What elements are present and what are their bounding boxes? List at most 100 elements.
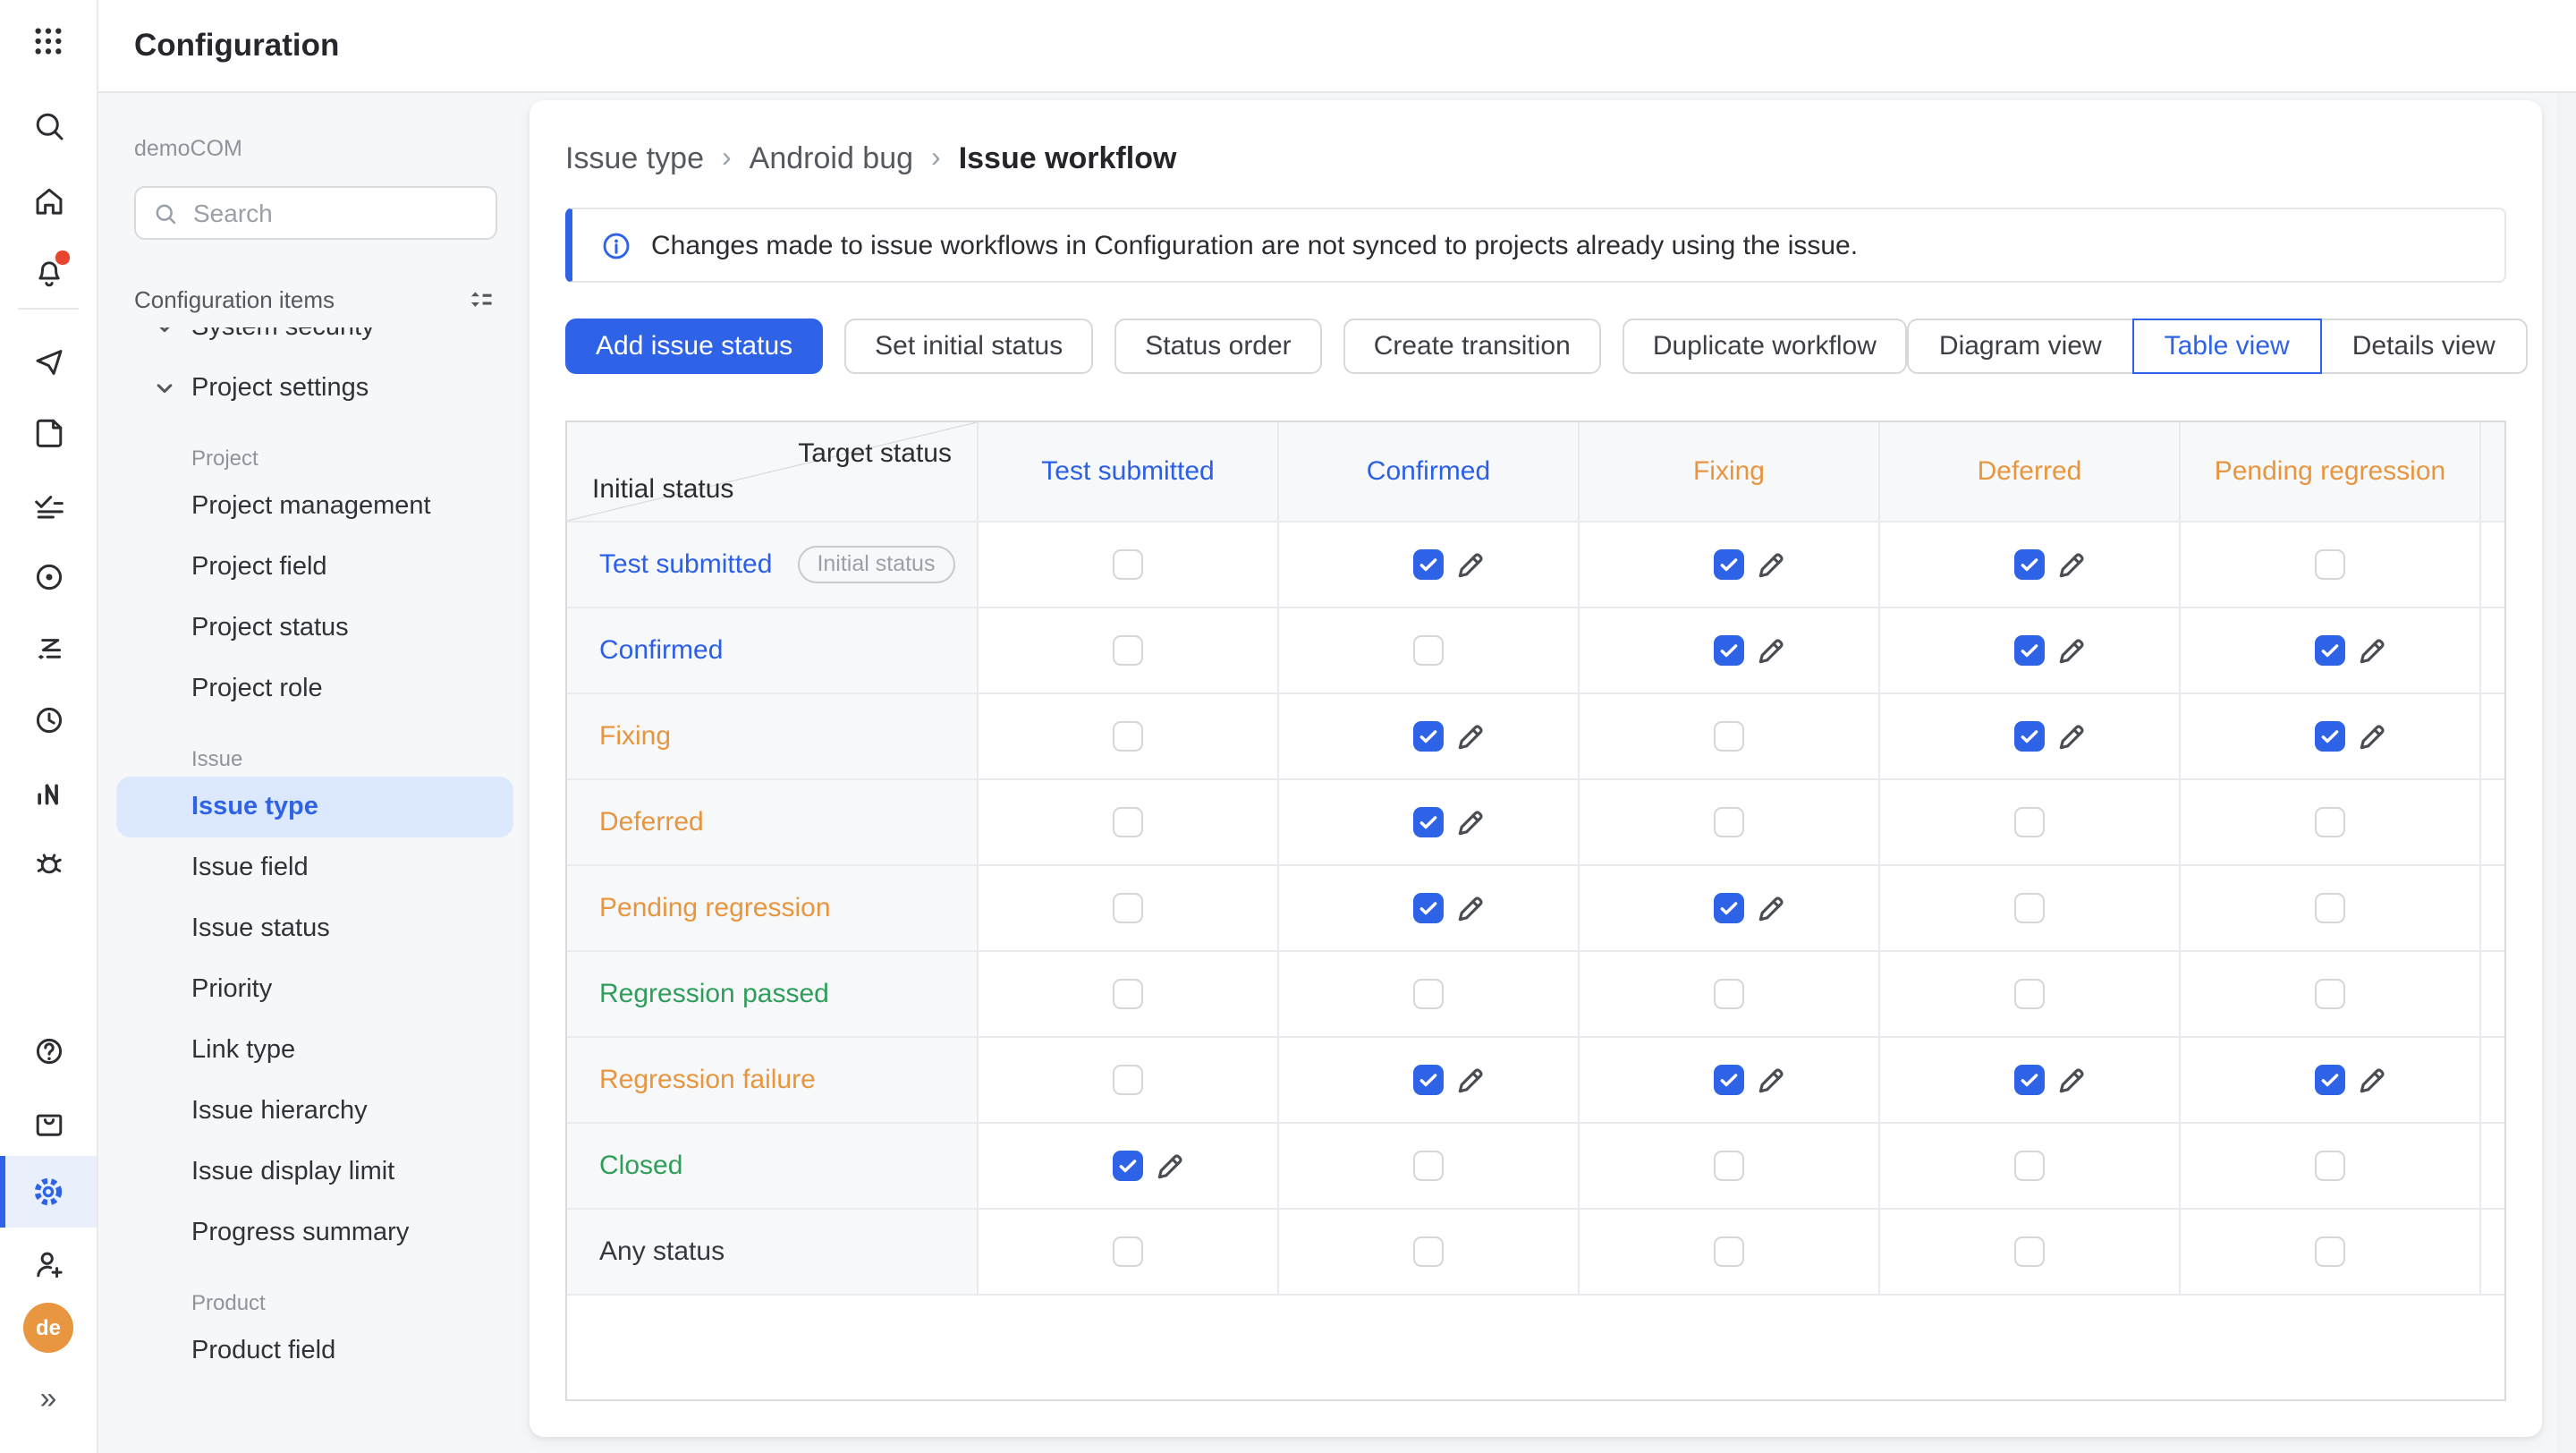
- transition-checkbox-checked[interactable]: [1714, 1065, 1744, 1095]
- transition-cell[interactable]: [1580, 1210, 1880, 1296]
- transition-checkbox[interactable]: [2014, 807, 2045, 837]
- transition-checkbox-checked[interactable]: [1413, 807, 1444, 837]
- transition-cell[interactable]: [2181, 952, 2481, 1038]
- transition-checkbox[interactable]: [1113, 549, 1143, 580]
- marketplace-bag-icon[interactable]: [0, 1084, 97, 1156]
- transition-checkbox[interactable]: [1113, 807, 1143, 837]
- transition-checkbox[interactable]: [2014, 1151, 2045, 1181]
- sidebar-item-project-role[interactable]: Project role: [116, 659, 513, 719]
- transition-cell[interactable]: [2181, 523, 2481, 608]
- pipeline-icon[interactable]: [0, 612, 97, 684]
- transition-cell[interactable]: [1279, 1038, 1580, 1124]
- transition-checkbox-checked[interactable]: [2014, 635, 2045, 666]
- transition-cell[interactable]: [1279, 523, 1580, 608]
- transition-checkbox-checked[interactable]: [2014, 549, 2045, 580]
- sidebar-item-project-management[interactable]: Project management: [116, 476, 513, 537]
- transition-checkbox-checked[interactable]: [1113, 1151, 1143, 1181]
- transition-cell[interactable]: [1279, 608, 1580, 694]
- tab-details-view[interactable]: Details view: [2319, 319, 2528, 374]
- wiki-send-icon[interactable]: [0, 326, 97, 397]
- transition-checkbox[interactable]: [2315, 1236, 2345, 1267]
- transition-cell[interactable]: [2181, 1210, 2481, 1296]
- hours-clock-icon[interactable]: [0, 684, 97, 755]
- transition-cell[interactable]: [1279, 780, 1580, 866]
- transition-cell[interactable]: [979, 780, 1279, 866]
- transition-checkbox[interactable]: [1714, 979, 1744, 1009]
- transition-cell[interactable]: [1580, 523, 1880, 608]
- export-file-icon[interactable]: [0, 395, 97, 467]
- transition-cell[interactable]: [1880, 866, 2181, 952]
- transition-checkbox[interactable]: [1413, 1236, 1444, 1267]
- transition-cell[interactable]: [1580, 608, 1880, 694]
- transition-cell[interactable]: [1580, 780, 1880, 866]
- sidebar-item-issue-field[interactable]: Issue field: [116, 837, 513, 898]
- tab-diagram-view[interactable]: Diagram view: [1906, 319, 2134, 374]
- transition-checkbox[interactable]: [2014, 979, 2045, 1009]
- transition-checkbox[interactable]: [2014, 893, 2045, 923]
- edit-transition-icon[interactable]: [2053, 1062, 2089, 1098]
- edit-transition-icon[interactable]: [2053, 633, 2089, 668]
- edit-transition-icon[interactable]: [1452, 890, 1487, 926]
- sidebar-item-project-field[interactable]: Project field: [116, 537, 513, 598]
- transition-cell[interactable]: [1580, 952, 1880, 1038]
- transition-cell[interactable]: [979, 608, 1279, 694]
- add-issue-status-button[interactable]: Add issue status: [565, 319, 824, 374]
- transition-checkbox[interactable]: [2315, 979, 2345, 1009]
- sidebar-parent-system-security[interactable]: System security: [98, 327, 519, 358]
- transition-checkbox-checked[interactable]: [2014, 1065, 2045, 1095]
- transition-checkbox[interactable]: [1413, 979, 1444, 1009]
- transition-cell[interactable]: [979, 523, 1279, 608]
- transition-checkbox[interactable]: [1113, 721, 1143, 752]
- duplicate-workflow-button[interactable]: Duplicate workflow: [1622, 319, 1907, 374]
- transition-checkbox-checked[interactable]: [2315, 1065, 2345, 1095]
- status-order-button[interactable]: Status order: [1114, 319, 1322, 374]
- transition-checkbox-checked[interactable]: [1714, 549, 1744, 580]
- home-icon[interactable]: [0, 165, 97, 236]
- sidebar-item-product-field[interactable]: Product field: [116, 1321, 513, 1381]
- tab-table-view[interactable]: Table view: [2131, 319, 2322, 374]
- help-icon[interactable]: [0, 1015, 97, 1086]
- transition-cell[interactable]: [979, 694, 1279, 780]
- transition-cell[interactable]: [1880, 694, 2181, 780]
- edit-transition-icon[interactable]: [2353, 633, 2389, 668]
- transition-checkbox[interactable]: [1113, 1065, 1143, 1095]
- transition-checkbox[interactable]: [1714, 1151, 1744, 1181]
- invite-member-icon[interactable]: [0, 1228, 97, 1299]
- edit-transition-icon[interactable]: [1752, 1062, 1788, 1098]
- transition-checkbox[interactable]: [1714, 721, 1744, 752]
- sidebar-search[interactable]: [134, 186, 497, 240]
- collapse-tree-icon[interactable]: [467, 286, 494, 313]
- transition-checkbox-checked[interactable]: [1714, 893, 1744, 923]
- collapse-rail-icon[interactable]: »: [0, 1372, 97, 1426]
- edit-transition-icon[interactable]: [2353, 1062, 2389, 1098]
- transition-checkbox[interactable]: [1113, 893, 1143, 923]
- transition-cell[interactable]: [2181, 1038, 2481, 1124]
- breadcrumb-issue-type[interactable]: Issue type: [565, 141, 704, 177]
- transition-cell[interactable]: [1880, 780, 2181, 866]
- transition-cell[interactable]: [2181, 866, 2481, 952]
- avatar[interactable]: de: [23, 1303, 73, 1353]
- edit-transition-icon[interactable]: [1452, 804, 1487, 840]
- transition-cell[interactable]: [1279, 952, 1580, 1038]
- edit-transition-icon[interactable]: [1452, 718, 1487, 754]
- transition-cell[interactable]: [1580, 694, 1880, 780]
- edit-transition-icon[interactable]: [1151, 1148, 1187, 1184]
- transition-checkbox-checked[interactable]: [1413, 549, 1444, 580]
- sidebar-parent-project-settings[interactable]: Project settings: [98, 358, 519, 419]
- sidebar-item-priority[interactable]: Priority: [116, 959, 513, 1020]
- settings-gear-icon[interactable]: [0, 1156, 97, 1228]
- sidebar-item-project-status[interactable]: Project status: [116, 598, 513, 659]
- transition-checkbox[interactable]: [1113, 635, 1143, 666]
- transition-cell[interactable]: [979, 1124, 1279, 1210]
- edit-transition-icon[interactable]: [1752, 890, 1788, 926]
- transition-cell[interactable]: [979, 952, 1279, 1038]
- transition-cell[interactable]: [1279, 1124, 1580, 1210]
- edit-transition-icon[interactable]: [1452, 1062, 1487, 1098]
- transition-cell[interactable]: [1580, 1124, 1880, 1210]
- transition-cell[interactable]: [1880, 608, 2181, 694]
- create-transition-button[interactable]: Create transition: [1343, 319, 1601, 374]
- transition-checkbox[interactable]: [1413, 1151, 1444, 1181]
- transition-cell[interactable]: [1880, 523, 2181, 608]
- transition-cell[interactable]: [1279, 1210, 1580, 1296]
- transition-checkbox[interactable]: [1113, 979, 1143, 1009]
